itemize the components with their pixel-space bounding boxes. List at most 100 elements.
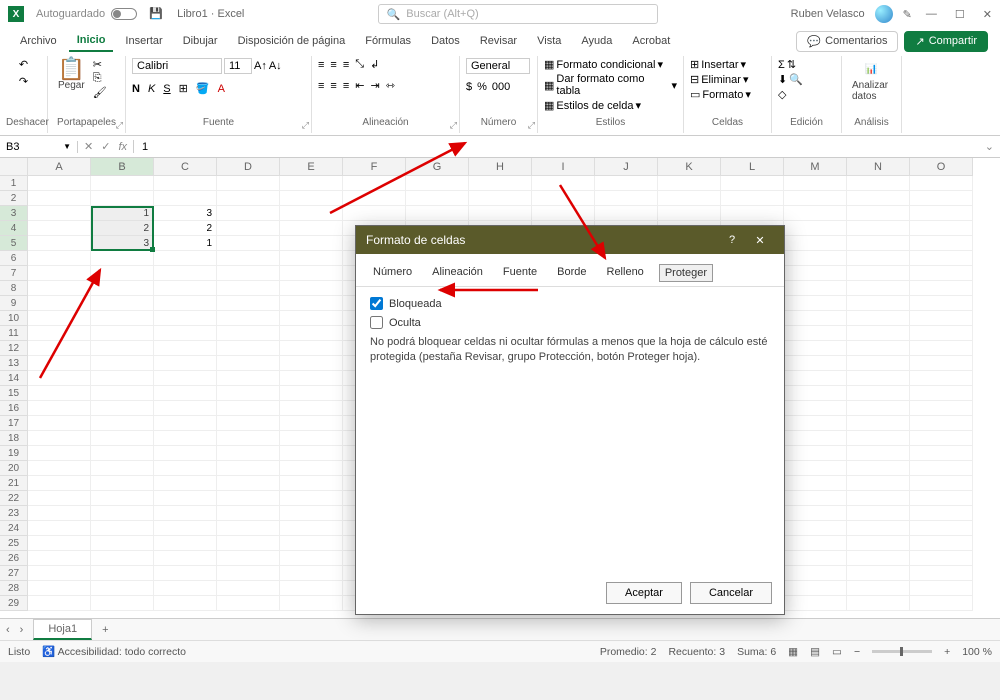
col-header-O[interactable]: O: [910, 158, 973, 176]
cell-A21[interactable]: [28, 476, 91, 491]
cell-A13[interactable]: [28, 356, 91, 371]
align-left-icon[interactable]: ≡: [318, 80, 324, 92]
cell-D9[interactable]: [217, 296, 280, 311]
cell-C10[interactable]: [154, 311, 217, 326]
row-header-8[interactable]: 8: [0, 281, 28, 296]
cell-B24[interactable]: [91, 521, 154, 536]
dialog-tab-proteger[interactable]: Proteger: [659, 264, 713, 282]
italic-button[interactable]: K: [148, 83, 155, 95]
cell-C20[interactable]: [154, 461, 217, 476]
zoom-slider[interactable]: [872, 650, 932, 653]
row-header-11[interactable]: 11: [0, 326, 28, 341]
cell-O26[interactable]: [910, 551, 973, 566]
cell-N16[interactable]: [847, 401, 910, 416]
cell-N11[interactable]: [847, 326, 910, 341]
col-header-F[interactable]: F: [343, 158, 406, 176]
sheet-tab[interactable]: Hoja1: [33, 619, 92, 640]
cell-B14[interactable]: [91, 371, 154, 386]
formula-input[interactable]: 1: [134, 141, 979, 153]
hidden-checkbox[interactable]: Oculta: [370, 316, 770, 329]
cell-D19[interactable]: [217, 446, 280, 461]
cell-O21[interactable]: [910, 476, 973, 491]
cell-N7[interactable]: [847, 266, 910, 281]
cell-C21[interactable]: [154, 476, 217, 491]
col-header-E[interactable]: E: [280, 158, 343, 176]
cell-E13[interactable]: [280, 356, 343, 371]
cell-G3[interactable]: [406, 206, 469, 221]
cell-K1[interactable]: [658, 176, 721, 191]
cell-C11[interactable]: [154, 326, 217, 341]
cell-N14[interactable]: [847, 371, 910, 386]
cell-B21[interactable]: [91, 476, 154, 491]
cell-A11[interactable]: [28, 326, 91, 341]
col-header-K[interactable]: K: [658, 158, 721, 176]
cell-B19[interactable]: [91, 446, 154, 461]
cell-O6[interactable]: [910, 251, 973, 266]
cell-N9[interactable]: [847, 296, 910, 311]
cell-A27[interactable]: [28, 566, 91, 581]
cell-B10[interactable]: [91, 311, 154, 326]
dialog-tab-borde[interactable]: Borde: [552, 264, 591, 282]
analyze-data-button[interactable]: 📊 Analizar datos: [848, 58, 895, 104]
cell-D15[interactable]: [217, 386, 280, 401]
select-all-corner[interactable]: [0, 158, 28, 176]
locked-check-input[interactable]: [370, 297, 383, 310]
cell-O24[interactable]: [910, 521, 973, 536]
sheet-nav-prev-icon[interactable]: ‹: [6, 624, 10, 636]
align-bot-icon[interactable]: ≡: [343, 59, 349, 71]
cell-N2[interactable]: [847, 191, 910, 206]
cell-N10[interactable]: [847, 311, 910, 326]
cell-B18[interactable]: [91, 431, 154, 446]
cell-C3[interactable]: 3: [154, 206, 217, 221]
cell-D22[interactable]: [217, 491, 280, 506]
cell-C22[interactable]: [154, 491, 217, 506]
row-header-7[interactable]: 7: [0, 266, 28, 281]
cell-E2[interactable]: [280, 191, 343, 206]
cell-O22[interactable]: [910, 491, 973, 506]
cell-E7[interactable]: [280, 266, 343, 281]
cell-D10[interactable]: [217, 311, 280, 326]
cell-N3[interactable]: [847, 206, 910, 221]
cell-E22[interactable]: [280, 491, 343, 506]
cell-B29[interactable]: [91, 596, 154, 611]
cell-E6[interactable]: [280, 251, 343, 266]
cell-C24[interactable]: [154, 521, 217, 536]
cell-M13[interactable]: [784, 356, 847, 371]
wrap-text-icon[interactable]: ↲: [370, 58, 379, 71]
toggle-off-icon[interactable]: [111, 8, 137, 20]
cell-N1[interactable]: [847, 176, 910, 191]
cell-D21[interactable]: [217, 476, 280, 491]
cell-A22[interactable]: [28, 491, 91, 506]
row-header-16[interactable]: 16: [0, 401, 28, 416]
cell-E9[interactable]: [280, 296, 343, 311]
cell-A14[interactable]: [28, 371, 91, 386]
search-box[interactable]: 🔍 Buscar (Alt+Q): [378, 4, 658, 24]
cell-C5[interactable]: 1: [154, 236, 217, 251]
row-header-12[interactable]: 12: [0, 341, 28, 356]
cell-E29[interactable]: [280, 596, 343, 611]
row-header-1[interactable]: 1: [0, 176, 28, 191]
cell-C12[interactable]: [154, 341, 217, 356]
cell-A23[interactable]: [28, 506, 91, 521]
row-header-3[interactable]: 3: [0, 206, 28, 221]
cell-D18[interactable]: [217, 431, 280, 446]
cell-N15[interactable]: [847, 386, 910, 401]
cell-B15[interactable]: [91, 386, 154, 401]
cell-E11[interactable]: [280, 326, 343, 341]
cell-C13[interactable]: [154, 356, 217, 371]
cell-N8[interactable]: [847, 281, 910, 296]
maximize-icon[interactable]: ☐: [955, 8, 965, 21]
cell-O1[interactable]: [910, 176, 973, 191]
row-header-5[interactable]: 5: [0, 236, 28, 251]
bold-button[interactable]: N: [132, 83, 140, 95]
cell-H2[interactable]: [469, 191, 532, 206]
cell-A19[interactable]: [28, 446, 91, 461]
cut-icon[interactable]: ✂: [93, 58, 107, 71]
col-header-H[interactable]: H: [469, 158, 532, 176]
cell-E26[interactable]: [280, 551, 343, 566]
cell-J3[interactable]: [595, 206, 658, 221]
cell-C8[interactable]: [154, 281, 217, 296]
cell-B26[interactable]: [91, 551, 154, 566]
cell-D3[interactable]: [217, 206, 280, 221]
font-launcher-icon[interactable]: ⤢: [302, 120, 309, 131]
